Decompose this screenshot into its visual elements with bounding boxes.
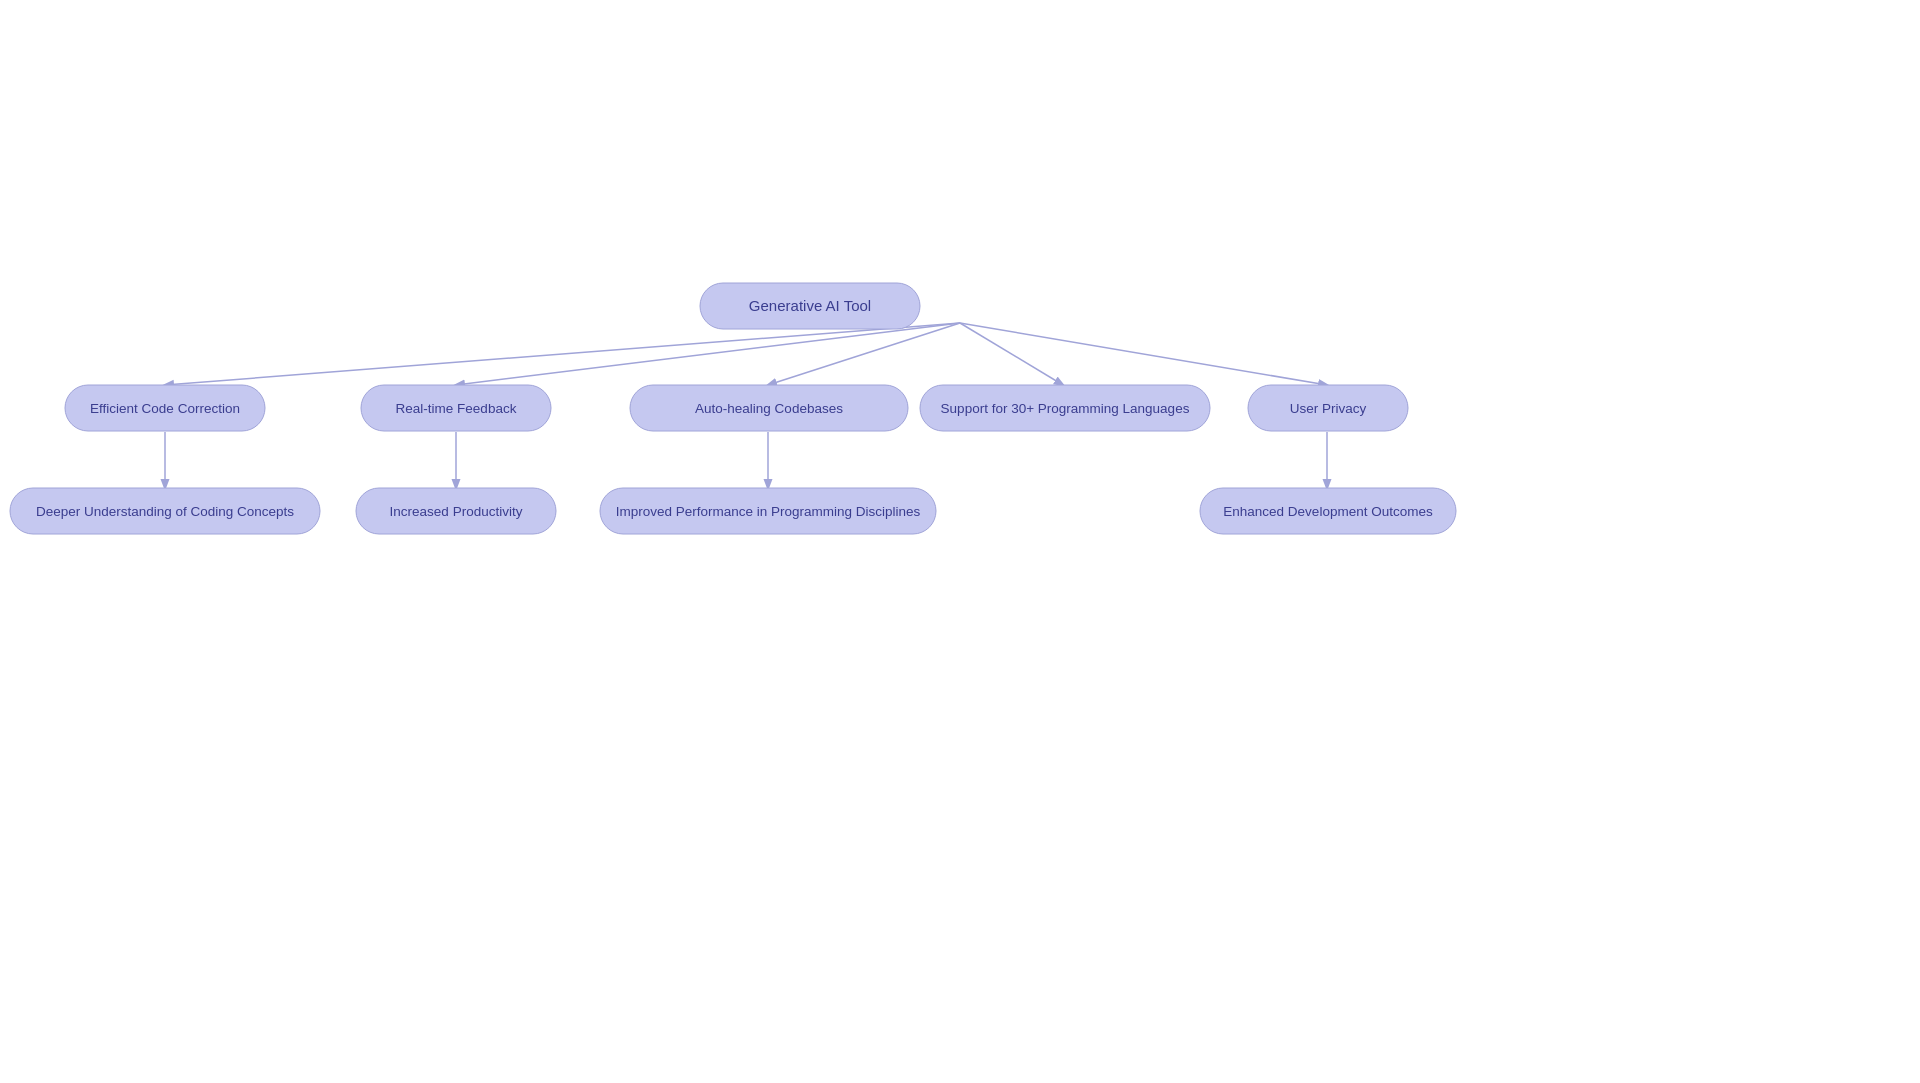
node-enhanced-label: Enhanced Development Outcomes	[1223, 504, 1433, 519]
node-autohealing-label: Auto-healing Codebases	[695, 401, 843, 416]
node-performance-label: Improved Performance in Programming Disc…	[616, 504, 921, 519]
line-root-privacy	[960, 323, 1327, 385]
node-productivity-label: Increased Productivity	[390, 504, 523, 519]
mind-map-diagram: Generative AI Tool Efficient Code Correc…	[0, 0, 1920, 1083]
node-efficient-label: Efficient Code Correction	[90, 401, 240, 416]
node-support-label: Support for 30+ Programming Languages	[941, 401, 1190, 416]
node-deeper-label: Deeper Understanding of Coding Concepts	[36, 504, 294, 519]
line-root-efficient	[165, 323, 960, 385]
line-root-autohealing	[768, 323, 960, 385]
node-privacy-label: User Privacy	[1290, 401, 1367, 416]
node-root-label: Generative AI Tool	[749, 297, 871, 314]
line-root-realtime	[456, 323, 960, 385]
node-realtime-label: Real-time Feedback	[396, 401, 517, 416]
